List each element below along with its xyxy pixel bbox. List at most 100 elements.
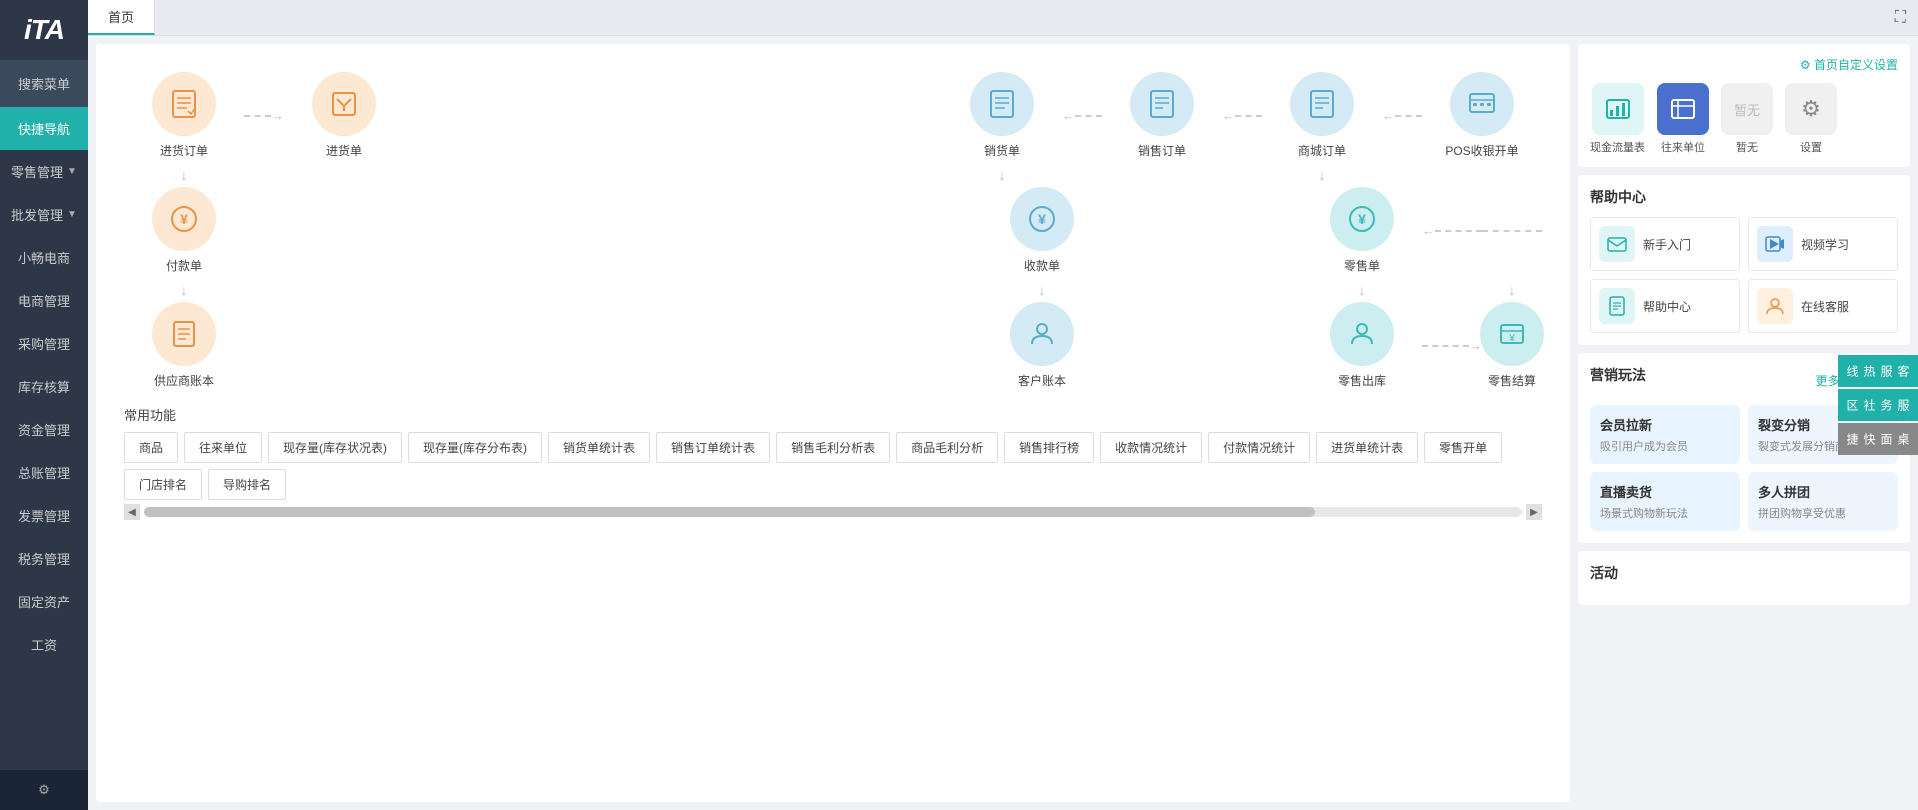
marketing-title: 营销玩法 bbox=[1590, 365, 1646, 385]
sidebar-item-invoice[interactable]: 发票管理 bbox=[0, 494, 88, 537]
receipt-label: 收款单 bbox=[1024, 257, 1060, 274]
sidebar-item-wholesale[interactable]: 批发管理 ▼ bbox=[0, 193, 88, 236]
marketing-group[interactable]: 多人拼团 拼团购物享受优惠 bbox=[1748, 472, 1898, 531]
func-btn-retail-open[interactable]: 零售开单 bbox=[1424, 432, 1502, 463]
customize-settings-btn[interactable]: ⚙ 首页自定义设置 bbox=[1590, 56, 1898, 73]
activities-title: 活动 bbox=[1590, 563, 1898, 583]
help-item-beginner[interactable]: 新手入门 bbox=[1590, 217, 1740, 271]
scrollbar-track[interactable] bbox=[144, 507, 1522, 517]
flow-node-payment[interactable]: ¥ 付款单 bbox=[124, 187, 244, 274]
flow-diagram: 进货订单 → 进货单 bbox=[108, 56, 1558, 540]
func-btn-sales-rank[interactable]: 销售排行榜 bbox=[1004, 432, 1094, 463]
func-btn-receipt-stat[interactable]: 收款情况统计 bbox=[1100, 432, 1202, 463]
service-icon bbox=[1757, 288, 1793, 324]
desktop-shortcut-btn[interactable]: 桌面快捷 bbox=[1838, 423, 1918, 455]
sidebar-item-ledger[interactable]: 总账管理 bbox=[0, 451, 88, 494]
member-desc: 吸引用户成为会员 bbox=[1600, 438, 1730, 454]
search-menu-button[interactable]: 搜索菜单 bbox=[0, 60, 88, 107]
sidebar-item-label: 采购管理 bbox=[18, 334, 70, 353]
sidebar: iTA 搜索菜单 快捷导航 零售管理 ▼ 批发管理 ▼ 小畅电商 电商管理 采购… bbox=[0, 0, 88, 810]
sales-icon bbox=[970, 72, 1034, 136]
sidebar-settings-button[interactable]: ⚙ bbox=[0, 770, 88, 810]
quick-nav-button[interactable]: 快捷导航 bbox=[0, 107, 88, 150]
flow-node-purchase[interactable]: 进货单 bbox=[284, 72, 404, 159]
sidebar-item-label: 库存核算 bbox=[18, 377, 70, 396]
empty-icon: 暂无 bbox=[1721, 83, 1773, 135]
left-panel: 进货订单 → 进货单 bbox=[96, 44, 1570, 802]
func-btn-payment-stat[interactable]: 付款情况统计 bbox=[1208, 432, 1310, 463]
flow-node-mall-order[interactable]: 商城订单 bbox=[1262, 72, 1382, 159]
cashflow-label: 现金流量表 bbox=[1590, 139, 1645, 155]
flow-node-retail-order[interactable]: ¥ 零售单 bbox=[1302, 187, 1422, 274]
customize-label: 首页自定义设置 bbox=[1814, 56, 1898, 73]
flow-node-purchase-order[interactable]: 进货订单 bbox=[124, 72, 244, 159]
quick-icon-empty[interactable]: 暂无 暂无 bbox=[1721, 83, 1773, 155]
flow-node-sales[interactable]: 销货单 bbox=[942, 72, 1062, 159]
flow-node-customer-book[interactable]: 客户账本 bbox=[982, 302, 1102, 389]
chevron-icon: ▼ bbox=[67, 166, 77, 177]
sidebar-item-ecom-mgmt[interactable]: 电商管理 bbox=[0, 279, 88, 322]
func-btn-sales-order-stat[interactable]: 销售订单统计表 bbox=[656, 432, 770, 463]
flow-node-pos[interactable]: POS收银开单 bbox=[1422, 72, 1542, 159]
flow-node-sales-order[interactable]: 销售订单 bbox=[1102, 72, 1222, 159]
quick-icon-partners[interactable]: 往来单位 bbox=[1657, 83, 1709, 155]
service-community-btn[interactable]: 服务社区 bbox=[1838, 389, 1918, 421]
service-hotline-btn[interactable]: 客服热线 bbox=[1838, 355, 1918, 387]
supplier-book-label: 供应商账本 bbox=[154, 372, 214, 389]
sidebar-item-finance[interactable]: 资金管理 bbox=[0, 408, 88, 451]
sales-label: 销货单 bbox=[984, 142, 1020, 159]
sidebar-item-label: 税务管理 bbox=[18, 549, 70, 568]
sidebar-item-ecom[interactable]: 小畅电商 bbox=[0, 236, 88, 279]
flow-node-receipt[interactable]: ¥ 收款单 bbox=[982, 187, 1102, 274]
retail-settle-label: 零售结算 bbox=[1488, 372, 1536, 389]
payment-icon: ¥ bbox=[152, 187, 216, 251]
sidebar-item-purchase[interactable]: 采购管理 bbox=[0, 322, 88, 365]
quick-icon-settings[interactable]: ⚙ 设置 bbox=[1785, 83, 1837, 155]
sidebar-item-assets[interactable]: 固定资产 bbox=[0, 580, 88, 623]
partners-icon bbox=[1657, 83, 1709, 135]
sidebar-item-retail[interactable]: 零售管理 ▼ bbox=[0, 150, 88, 193]
func-btn-partners[interactable]: 往来单位 bbox=[184, 432, 262, 463]
flow-node-retail-settle[interactable]: ¥ 零售结算 bbox=[1482, 302, 1542, 389]
func-btn-stock-status[interactable]: 现存量(库存状况表) bbox=[268, 432, 402, 463]
payment-label: 付款单 bbox=[166, 257, 202, 274]
flow-node-supplier-book[interactable]: 供应商账本 bbox=[124, 302, 244, 389]
help-item-service[interactable]: 在线客服 bbox=[1748, 279, 1898, 333]
func-btn-stock-dist[interactable]: 现存量(库存分布表) bbox=[408, 432, 542, 463]
sidebar-item-label: 小畅电商 bbox=[18, 248, 70, 267]
help-item-docs[interactable]: 帮助中心 bbox=[1590, 279, 1740, 333]
sidebar-item-salary[interactable]: 工资 bbox=[0, 623, 88, 666]
tab-home[interactable]: 首页 bbox=[88, 0, 155, 35]
sales-order-label: 销售订单 bbox=[1138, 142, 1186, 159]
scroll-left-btn[interactable]: ◀ bbox=[124, 504, 140, 520]
sidebar-item-tax[interactable]: 税务管理 bbox=[0, 537, 88, 580]
chevron-icon: ▼ bbox=[67, 209, 77, 220]
func-btn-store-rank[interactable]: 门店排名 bbox=[124, 469, 202, 500]
quick-icon-cashflow[interactable]: 现金流量表 bbox=[1590, 83, 1645, 155]
func-btn-guide-rank[interactable]: 导购排名 bbox=[208, 469, 286, 500]
marketing-member[interactable]: 会员拉新 吸引用户成为会员 bbox=[1590, 405, 1740, 464]
logo: iTA bbox=[24, 14, 64, 46]
settings-label: 设置 bbox=[1800, 139, 1822, 155]
func-btn-sales-profit[interactable]: 销售毛利分析表 bbox=[776, 432, 890, 463]
help-item-video[interactable]: 视频学习 bbox=[1748, 217, 1898, 271]
group-desc: 拼团购物享受优惠 bbox=[1758, 505, 1888, 521]
func-btn-purchase-stat[interactable]: 进货单统计表 bbox=[1316, 432, 1418, 463]
help-center-panel: 帮助中心 新手入门 视频学习 bbox=[1578, 175, 1910, 345]
marketing-live[interactable]: 直播卖货 场景式购物新玩法 bbox=[1590, 472, 1740, 531]
receipt-icon: ¥ bbox=[1010, 187, 1074, 251]
func-btn-goods[interactable]: 商品 bbox=[124, 432, 178, 463]
flow-node-retail-out[interactable]: 零售出库 bbox=[1302, 302, 1422, 389]
sidebar-item-inventory[interactable]: 库存核算 bbox=[0, 365, 88, 408]
common-title: 常用功能 bbox=[124, 405, 1542, 424]
video-label: 视频学习 bbox=[1801, 236, 1849, 253]
customer-book-label: 客户账本 bbox=[1018, 372, 1066, 389]
expand-icon[interactable]: ⛶ bbox=[1883, 0, 1918, 35]
tabbar: 首页 ⛶ bbox=[88, 0, 1918, 36]
func-btn-goods-profit[interactable]: 商品毛利分析 bbox=[896, 432, 998, 463]
func-btn-sales-stat[interactable]: 销货单统计表 bbox=[548, 432, 650, 463]
scroll-right-btn[interactable]: ▶ bbox=[1526, 504, 1542, 520]
svg-text:¥: ¥ bbox=[1508, 333, 1515, 344]
sidebar-item-label: 批发管理 bbox=[11, 205, 63, 224]
group-title: 多人拼团 bbox=[1758, 482, 1888, 501]
